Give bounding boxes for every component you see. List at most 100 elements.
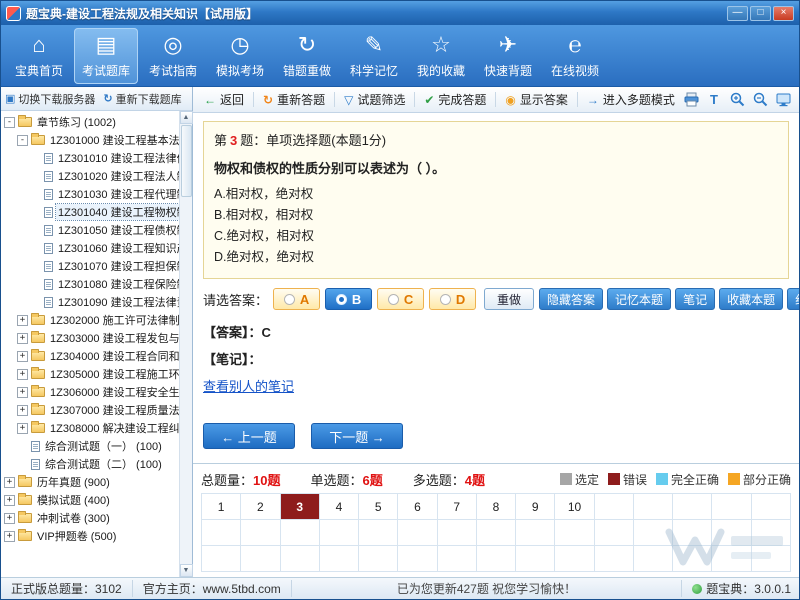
refresh-icon: ↻ [263, 92, 274, 107]
scroll-up-icon[interactable]: ▲ [179, 111, 193, 124]
ribbon-item-mock-exam[interactable]: ◷ 模拟考场 [208, 28, 272, 84]
ribbon-item-quick-review[interactable]: ✈ 快速背题 [476, 28, 540, 84]
zoom-in-icon[interactable] [729, 92, 745, 108]
refresh-button[interactable]: ↻ 重新答题 [256, 88, 332, 111]
tree-item[interactable]: - 章节练习 (1002) [1, 113, 179, 131]
print-icon[interactable] [683, 92, 699, 108]
prev-question-button[interactable]: ← 上一题 [203, 423, 295, 449]
legend: 选定 错误 完全正确 部分正确 [559, 471, 791, 488]
file-icon [44, 296, 53, 308]
expand-icon[interactable]: + [17, 386, 28, 398]
tree-item[interactable]: +1Z303000 建设工程发包与承包法律制度 [1, 329, 179, 347]
memorize-button[interactable]: 记忆本题 [607, 288, 672, 310]
legend-label: 错误 [622, 472, 647, 487]
tree-item[interactable]: 1Z301080 建设工程保险制度 [1, 275, 179, 293]
next-question-button[interactable]: 下一题 → [311, 423, 403, 449]
tree-item[interactable]: 综合测试题（一） (100) [1, 437, 179, 455]
ribbon-item-exam-bank[interactable]: ▤ 考试题库 [74, 27, 138, 84]
favorite-button[interactable]: 收藏本题 [719, 288, 784, 310]
filter-button[interactable]: ▽ 试题筛选 [337, 88, 412, 111]
home-icon: ⌂ [32, 32, 46, 57]
question-number-cell[interactable]: 3 [280, 494, 320, 520]
question-number-cell[interactable]: 10 [555, 494, 595, 520]
collapse-icon[interactable]: - [4, 116, 15, 128]
choice-b[interactable]: B [325, 288, 373, 310]
tree-item[interactable]: +1Z305000 建设工程施工环保节能法律制度 [1, 365, 179, 383]
tree-item[interactable]: + 模拟试题 (400) [1, 491, 179, 509]
expand-icon[interactable]: + [17, 368, 28, 380]
expand-icon[interactable]: + [4, 512, 15, 524]
tree-item[interactable]: 1Z301070 建设工程担保制度 [1, 257, 179, 275]
ribbon-item-redo-wrong[interactable]: ↻ 错题重做 [275, 28, 339, 84]
choice-c[interactable]: C [377, 288, 425, 310]
scroll-thumb[interactable] [180, 125, 192, 197]
expand-icon[interactable]: + [4, 494, 15, 506]
tree-item[interactable]: 综合测试题（二） (100) [1, 455, 179, 473]
stat-label: 单选题： [310, 472, 363, 488]
question-number-cell[interactable]: 6 [398, 494, 438, 520]
expand-icon[interactable]: + [17, 404, 28, 416]
question-number-cell[interactable]: 8 [476, 494, 517, 520]
question-number-cell[interactable]: 4 [319, 494, 360, 520]
expand-icon[interactable]: + [17, 314, 28, 326]
ribbon-item-memory[interactable]: ✎ 科学记忆 [342, 28, 406, 84]
tree-item[interactable]: 1Z301090 建设工程法律责任制度 [1, 293, 179, 311]
choice-d[interactable]: D [429, 288, 477, 310]
tree-item[interactable]: 1Z301050 建设工程债权制度 [1, 221, 179, 239]
switch-server-button[interactable]: ▣ 切换下载服务器 [5, 91, 95, 107]
tree-scrollbar[interactable]: ▲ ▼ [179, 111, 193, 577]
complete-button[interactable]: ✔ 完成答题 [417, 88, 493, 111]
question-number-cell[interactable]: 5 [359, 494, 399, 520]
view-notes-link[interactable]: 查看别人的笔记 [203, 376, 294, 395]
redo-button[interactable]: 重做 [484, 288, 535, 310]
tree-item[interactable]: + 冲刺试卷 (300) [1, 509, 179, 527]
close-button[interactable]: × [773, 5, 794, 21]
expand-icon[interactable]: + [17, 332, 28, 344]
expand-icon[interactable]: + [4, 476, 15, 488]
question-number-cell[interactable]: 1 [202, 494, 242, 520]
report-error-button[interactable]: 纠错 [787, 288, 799, 310]
tree-item[interactable]: 1Z301020 建设工程法人制度 [1, 167, 179, 185]
expand-icon[interactable]: + [4, 530, 15, 542]
scroll-down-icon[interactable]: ▼ [179, 564, 193, 577]
tree-item[interactable]: +1Z302000 施工许可法律制度 (87 [1, 311, 179, 329]
note-button[interactable]: 笔记 [675, 288, 716, 310]
collapse-icon[interactable]: - [17, 134, 28, 146]
minimize-button[interactable]: — [727, 5, 748, 21]
choice-a[interactable]: A [273, 288, 321, 310]
zoom-out-icon[interactable] [752, 92, 768, 108]
grid-cell-empty [633, 546, 674, 572]
expand-icon[interactable]: + [17, 350, 28, 362]
hide-answer-button[interactable]: 隐藏答案 [539, 288, 604, 310]
titlebar[interactable]: 题宝典-建设工程法规及相关知识【试用版】 — □ × [1, 1, 799, 25]
tree-item[interactable]: 1Z301010 建设工程法律体系 [1, 149, 179, 167]
tree-item[interactable]: 1Z301040 建设工程物权制度 [1, 203, 179, 221]
tree-item[interactable]: 1Z301060 建设工程知识产权 [1, 239, 179, 257]
monitor-icon[interactable] [775, 92, 791, 108]
show-answer-button[interactable]: ◉ 显示答案 [498, 88, 575, 111]
tree-item[interactable]: + 历年真题 (900) [1, 473, 179, 491]
question-number-cell[interactable]: 2 [241, 494, 281, 520]
maximize-button[interactable]: □ [750, 5, 771, 21]
tree-item[interactable]: - 1Z301000 建设工程基本法律知识 [1, 131, 179, 149]
tree-item[interactable]: 1Z301030 建设工程代理制度 [1, 185, 179, 203]
homepage-status[interactable]: 官方主页：www.5tbd.com [133, 580, 292, 597]
tree-item[interactable]: +1Z306000 建设工程安全生产法律制度 [1, 383, 179, 401]
ribbon-item-online-video[interactable]: ℮ 在线视频 [543, 28, 607, 84]
stat-value: 6题 [362, 472, 383, 488]
multi-mode-button[interactable]: → 进入多题模式 [580, 88, 682, 111]
tree-item[interactable]: +1Z308000 解决建设工程纠纷法律制度 [1, 419, 179, 437]
ribbon-item-favorites[interactable]: ☆ 我的收藏 [409, 28, 473, 84]
back-button[interactable]: ← 返回 [197, 88, 251, 111]
font-size-icon[interactable]: T [706, 92, 722, 108]
question-number-cell[interactable]: 7 [437, 494, 477, 520]
ribbon-item-guide[interactable]: ◎ 考试指南 [141, 28, 205, 84]
redownload-button[interactable]: ↻ 重新下载题库 [103, 91, 181, 107]
tree-item[interactable]: +1Z307000 建设工程质量法律制度 [1, 401, 179, 419]
expand-icon[interactable]: + [17, 422, 28, 434]
tree-item[interactable]: + VIP押题卷 (500) [1, 527, 179, 545]
question-number-cell[interactable]: 9 [516, 494, 556, 520]
tree-item[interactable]: +1Z304000 建设工程合同和劳动合同法律制度 [1, 347, 179, 365]
ribbon-item-home[interactable]: ⌂ 宝典首页 [7, 28, 71, 84]
legend-swatch [655, 473, 668, 485]
